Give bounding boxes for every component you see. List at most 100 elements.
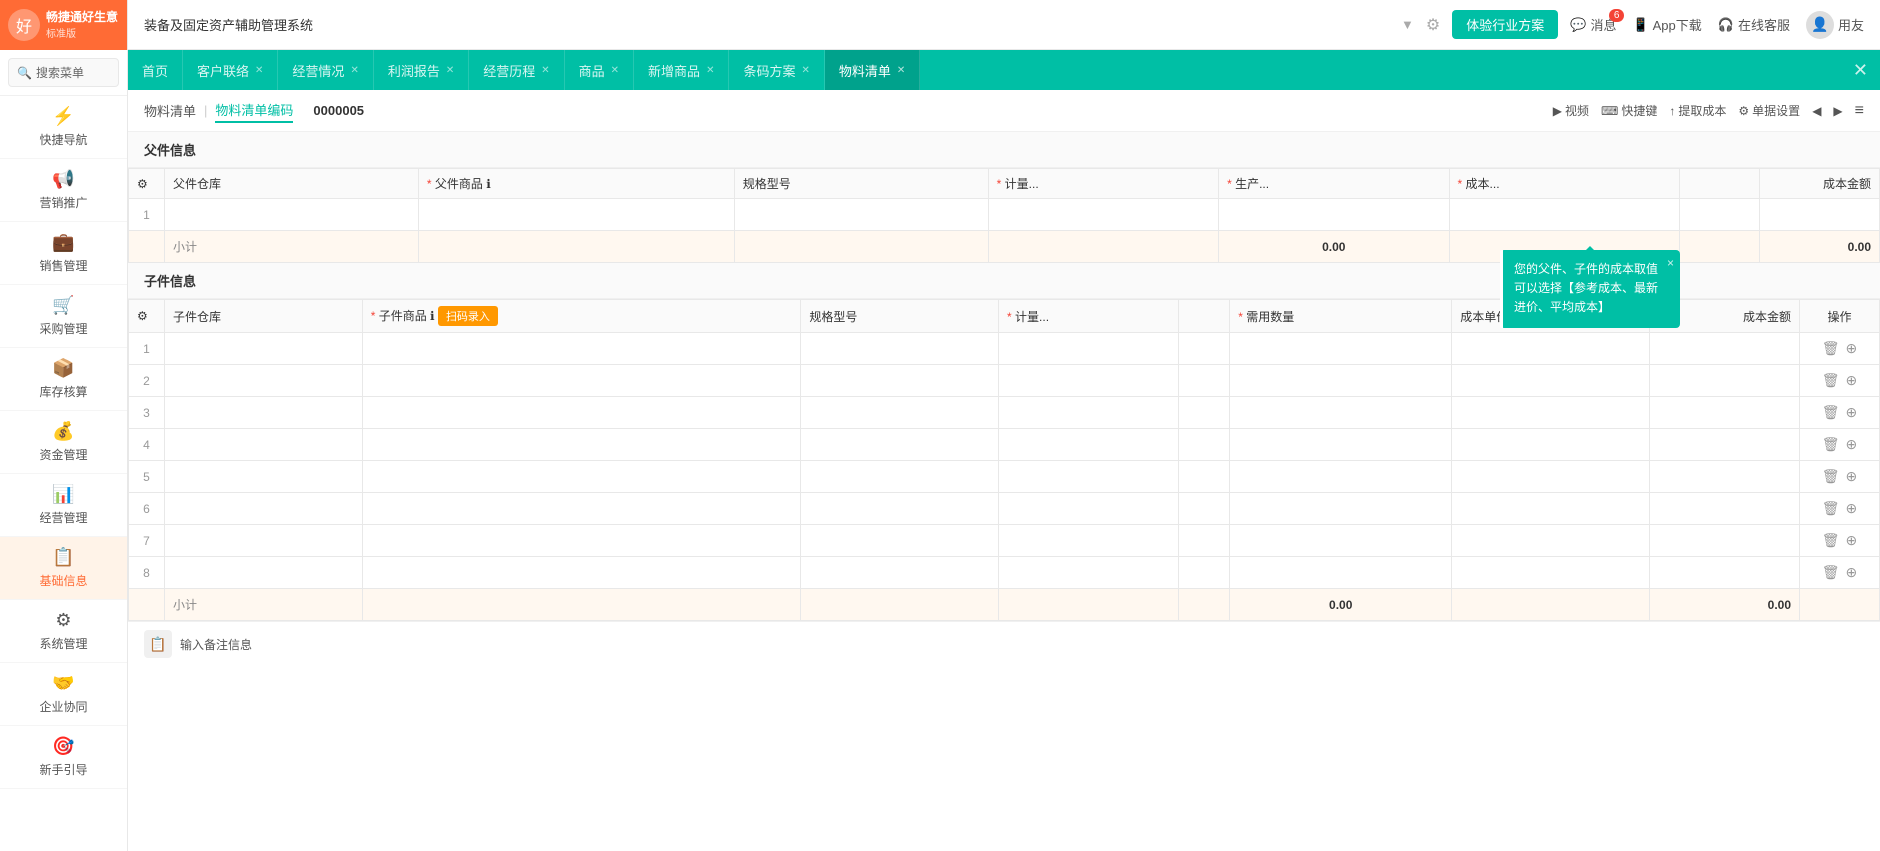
child-unit-cost-6[interactable] (1452, 493, 1650, 525)
child-goods-2[interactable] (362, 365, 801, 397)
copy-icon-8[interactable]: ⊕ (1846, 564, 1858, 581)
child-unit-6[interactable] (999, 493, 1178, 525)
child-warehouse-1[interactable] (165, 333, 363, 365)
close-tab-bom[interactable]: ✕ (897, 65, 905, 76)
delete-icon-2[interactable]: 🗑 (1822, 372, 1840, 389)
close-tab-customers[interactable]: ✕ (255, 65, 263, 76)
child-spec-6[interactable] (801, 493, 999, 525)
app-download-action[interactable]: 📱 App下载 (1632, 15, 1701, 34)
online-service-action[interactable]: 🎧 在线客服 (1718, 15, 1790, 34)
nav-tab-goods[interactable]: 商品✕ (565, 50, 634, 90)
close-tab-profit[interactable]: ✕ (446, 65, 454, 76)
single-settings-action[interactable]: ⚙ 单据设置 (1738, 102, 1800, 119)
sidebar-item-finance[interactable]: 💰资金管理 (0, 411, 127, 474)
child-goods-4[interactable] (362, 429, 801, 461)
child-unit-8[interactable] (999, 557, 1178, 589)
child-goods-7[interactable] (362, 525, 801, 557)
child-req-qty-6[interactable] (1230, 493, 1452, 525)
sub-tab-bom-code[interactable]: 物料清单编码 (215, 98, 293, 123)
sidebar-item-sales[interactable]: 💼销售管理 (0, 222, 127, 285)
child-goods-8[interactable] (362, 557, 801, 589)
parent-unit-cell[interactable] (988, 199, 1218, 231)
parent-spec-cell[interactable] (734, 199, 988, 231)
sidebar-item-operations_mgr[interactable]: 📊经营管理 (0, 474, 127, 537)
nav-tab-profit[interactable]: 利润报告✕ (374, 50, 469, 90)
child-req-qty-8[interactable] (1230, 557, 1452, 589)
sub-tab-bom-list[interactable]: 物料清单 (144, 99, 196, 122)
parent-goods-cell[interactable] (418, 199, 734, 231)
child-spec-4[interactable] (801, 429, 999, 461)
parent-production-cell[interactable] (1219, 199, 1449, 231)
child-warehouse-8[interactable] (165, 557, 363, 589)
child-unit-2[interactable] (999, 365, 1178, 397)
child-unit-cost-1[interactable] (1452, 333, 1650, 365)
parent-cost-cell[interactable] (1449, 199, 1679, 231)
sidebar-item-guide[interactable]: 🎯新手引导 (0, 726, 127, 789)
nav-tab-barcode[interactable]: 条码方案✕ (729, 50, 824, 90)
child-goods-6[interactable] (362, 493, 801, 525)
copy-icon-5[interactable]: ⊕ (1846, 468, 1858, 485)
nav-tab-bom[interactable]: 物料清单✕ (825, 50, 920, 90)
copy-icon-2[interactable]: ⊕ (1846, 372, 1858, 389)
close-tab-history[interactable]: ✕ (541, 65, 549, 76)
sidebar-item-marketing[interactable]: 📢营销推广 (0, 159, 127, 222)
settings-icon[interactable]: ⚙ (1426, 15, 1440, 35)
sidebar-item-system[interactable]: ⚙系统管理 (0, 600, 127, 663)
child-unit-cost-8[interactable] (1452, 557, 1650, 589)
trial-btn[interactable]: 体验行业方案 (1452, 10, 1558, 39)
parent-warehouse-cell[interactable] (165, 199, 419, 231)
message-action[interactable]: 💬 消息 6 (1570, 15, 1616, 34)
sidebar-item-inventory[interactable]: 📦库存核算 (0, 348, 127, 411)
child-warehouse-3[interactable] (165, 397, 363, 429)
child-warehouse-6[interactable] (165, 493, 363, 525)
scan-input-btn[interactable]: 扫码录入 (438, 306, 498, 326)
nav-tab-new_goods[interactable]: 新增商品✕ (634, 50, 729, 90)
child-unit-cost-2[interactable] (1452, 365, 1650, 397)
sidebar-item-enterprise[interactable]: 🤝企业协同 (0, 663, 127, 726)
child-spec-2[interactable] (801, 365, 999, 397)
extract-cost-action[interactable]: ↑ 提取成本 (1669, 102, 1726, 119)
close-tab-barcode[interactable]: ✕ (801, 65, 809, 76)
child-goods-5[interactable] (362, 461, 801, 493)
sidebar-item-quick_nav[interactable]: ⚡快捷导航 (0, 96, 127, 159)
child-req-qty-2[interactable] (1230, 365, 1452, 397)
child-unit-cost-3[interactable] (1452, 397, 1650, 429)
close-tab-new_goods[interactable]: ✕ (706, 65, 714, 76)
tooltip-close-btn[interactable]: × (1667, 254, 1674, 273)
child-spec-1[interactable] (801, 333, 999, 365)
child-unit-cost-5[interactable] (1452, 461, 1650, 493)
close-tab-goods[interactable]: ✕ (611, 65, 619, 76)
nav-tab-history[interactable]: 经营历程✕ (469, 50, 564, 90)
copy-icon-3[interactable]: ⊕ (1846, 404, 1858, 421)
delete-icon-7[interactable]: 🗑 (1822, 532, 1840, 549)
copy-icon-1[interactable]: ⊕ (1846, 340, 1858, 357)
delete-icon-3[interactable]: 🗑 (1822, 404, 1840, 421)
child-col-setting[interactable]: ⚙ (129, 300, 165, 333)
child-req-qty-4[interactable] (1230, 429, 1452, 461)
delete-icon-8[interactable]: 🗑 (1822, 564, 1840, 581)
child-warehouse-4[interactable] (165, 429, 363, 461)
child-req-qty-3[interactable] (1230, 397, 1452, 429)
child-unit-5[interactable] (999, 461, 1178, 493)
video-action[interactable]: ▶ 视频 (1553, 102, 1589, 119)
delete-icon-4[interactable]: 🗑 (1822, 436, 1840, 453)
nav-next-arrow[interactable]: ▶ (1833, 104, 1842, 118)
search-menu-button[interactable]: 🔍 搜索菜单 (8, 58, 119, 87)
child-unit-cost-4[interactable] (1452, 429, 1650, 461)
child-unit-3[interactable] (999, 397, 1178, 429)
delete-icon-5[interactable]: 🗑 (1822, 468, 1840, 485)
child-unit-4[interactable] (999, 429, 1178, 461)
child-warehouse-5[interactable] (165, 461, 363, 493)
child-spec-3[interactable] (801, 397, 999, 429)
child-spec-5[interactable] (801, 461, 999, 493)
copy-icon-6[interactable]: ⊕ (1846, 500, 1858, 517)
nav-prev-arrow[interactable]: ◀ (1812, 104, 1821, 118)
nav-tab-customers[interactable]: 客户联络✕ (183, 50, 278, 90)
close-all-tabs-btn[interactable]: ✕ (1841, 50, 1880, 90)
child-req-qty-1[interactable] (1230, 333, 1452, 365)
child-req-qty-7[interactable] (1230, 525, 1452, 557)
child-goods-1[interactable] (362, 333, 801, 365)
copy-icon-4[interactable]: ⊕ (1846, 436, 1858, 453)
delete-icon-6[interactable]: 🗑 (1822, 500, 1840, 517)
copy-icon-7[interactable]: ⊕ (1846, 532, 1858, 549)
